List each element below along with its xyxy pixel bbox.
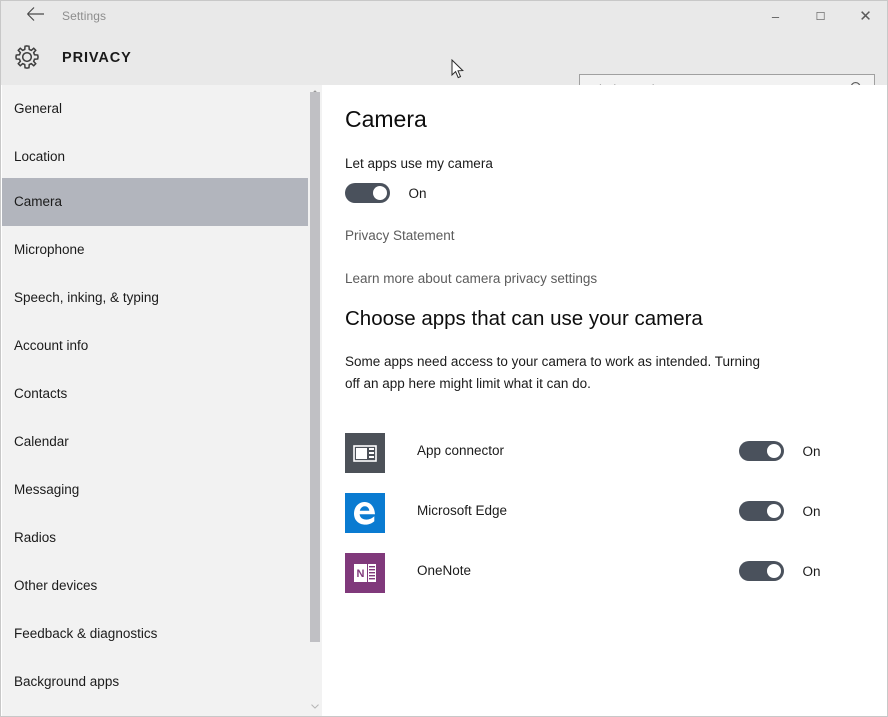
choose-apps-description: Some apps need access to your camera to …: [345, 354, 760, 391]
sidebar-scrollbar-thumb[interactable]: [310, 92, 320, 642]
sidebar-item-feedback-diagnostics[interactable]: Feedback & diagnostics: [2, 610, 308, 658]
camera-master-toggle[interactable]: [345, 183, 390, 203]
learn-more-camera-privacy-link[interactable]: Learn more about camera privacy settings: [345, 271, 597, 286]
back-arrow-glyph: [27, 7, 44, 21]
sidebar-item-speech-inking-typing[interactable]: Speech, inking, & typing: [2, 274, 308, 322]
onenote-n-glyph: N: [354, 564, 376, 582]
let-apps-use-camera-label: Let apps use my camera: [345, 156, 493, 171]
toggle-knob: [373, 186, 387, 200]
sidebar-item-general[interactable]: General: [2, 85, 308, 133]
sidebar-item-background-apps[interactable]: Background apps: [2, 658, 308, 706]
app-connector-icon: [345, 433, 385, 473]
sidebar-item-microphone[interactable]: Microphone: [2, 226, 308, 274]
camera-master-toggle-state: On: [408, 185, 427, 201]
microsoft-edge-toggle-state: On: [802, 503, 821, 519]
app-connector-toggle[interactable]: [739, 441, 784, 461]
sidebar-item-other-devices[interactable]: Other devices: [2, 562, 308, 610]
sidebar-item-location[interactable]: Location: [2, 133, 308, 181]
close-button[interactable]: ✕: [843, 1, 887, 33]
settings-window: Settings – ☐ ✕ PRIVACY G: [0, 0, 888, 717]
page-header: PRIVACY: [1, 33, 887, 104]
toggle-knob: [767, 444, 781, 458]
onenote-toggle-state: On: [802, 563, 821, 579]
window-title: Settings: [62, 9, 107, 23]
onenote-icon: N: [345, 553, 385, 593]
minimize-button[interactable]: –: [753, 1, 798, 33]
app-toggle-row: On: [739, 561, 820, 585]
chevron-down-icon[interactable]: [308, 699, 322, 713]
app-connector-glyph: [353, 445, 377, 462]
title-bar: Settings – ☐ ✕: [1, 1, 887, 33]
sidebar-scrollbar[interactable]: [308, 85, 322, 716]
edge-e-glyph: [354, 502, 375, 525]
let-apps-use-camera-toggle-row: On: [345, 183, 426, 207]
onenote-toggle[interactable]: [739, 561, 784, 581]
app-row-app-connector: App connector On: [345, 433, 865, 473]
app-connector-toggle-state: On: [802, 443, 821, 459]
app-name: App connector: [417, 443, 505, 458]
sidebar-item-account-info[interactable]: Account info: [2, 322, 308, 370]
app-toggle-row: On: [739, 441, 820, 465]
sidebar-item-camera[interactable]: Camera: [2, 178, 308, 226]
sidebar-item-calendar[interactable]: Calendar: [2, 418, 308, 466]
app-row-onenote: N OneNote On: [345, 553, 865, 593]
back-arrow-icon[interactable]: [23, 6, 49, 28]
toggle-knob: [767, 504, 781, 518]
microsoft-edge-icon: [345, 493, 385, 533]
chevron-down-glyph: [311, 704, 319, 709]
sidebar-item-messaging[interactable]: Messaging: [2, 466, 308, 514]
settings-content: Camera Let apps use my camera On Privacy…: [322, 85, 887, 716]
choose-apps-heading: Choose apps that can use your camera: [345, 307, 703, 330]
sidebar-item-radios[interactable]: Radios: [2, 514, 308, 562]
maximize-button[interactable]: ☐: [798, 1, 843, 33]
toggle-knob: [767, 564, 781, 578]
gear-icon: [12, 42, 42, 72]
svg-text:N: N: [357, 568, 365, 580]
app-name: OneNote: [417, 563, 472, 578]
settings-sidebar: General Location Camera Microphone Speec…: [2, 85, 322, 716]
app-row-microsoft-edge: Microsoft Edge On: [345, 493, 865, 533]
camera-heading: Camera: [345, 106, 427, 132]
microsoft-edge-toggle[interactable]: [739, 501, 784, 521]
page-title: PRIVACY: [62, 50, 132, 66]
gear-glyph: [15, 45, 39, 69]
app-name: Microsoft Edge: [417, 503, 508, 518]
sidebar-item-contacts[interactable]: Contacts: [2, 370, 308, 418]
app-toggle-row: On: [739, 501, 820, 525]
privacy-statement-link[interactable]: Privacy Statement: [345, 228, 455, 243]
